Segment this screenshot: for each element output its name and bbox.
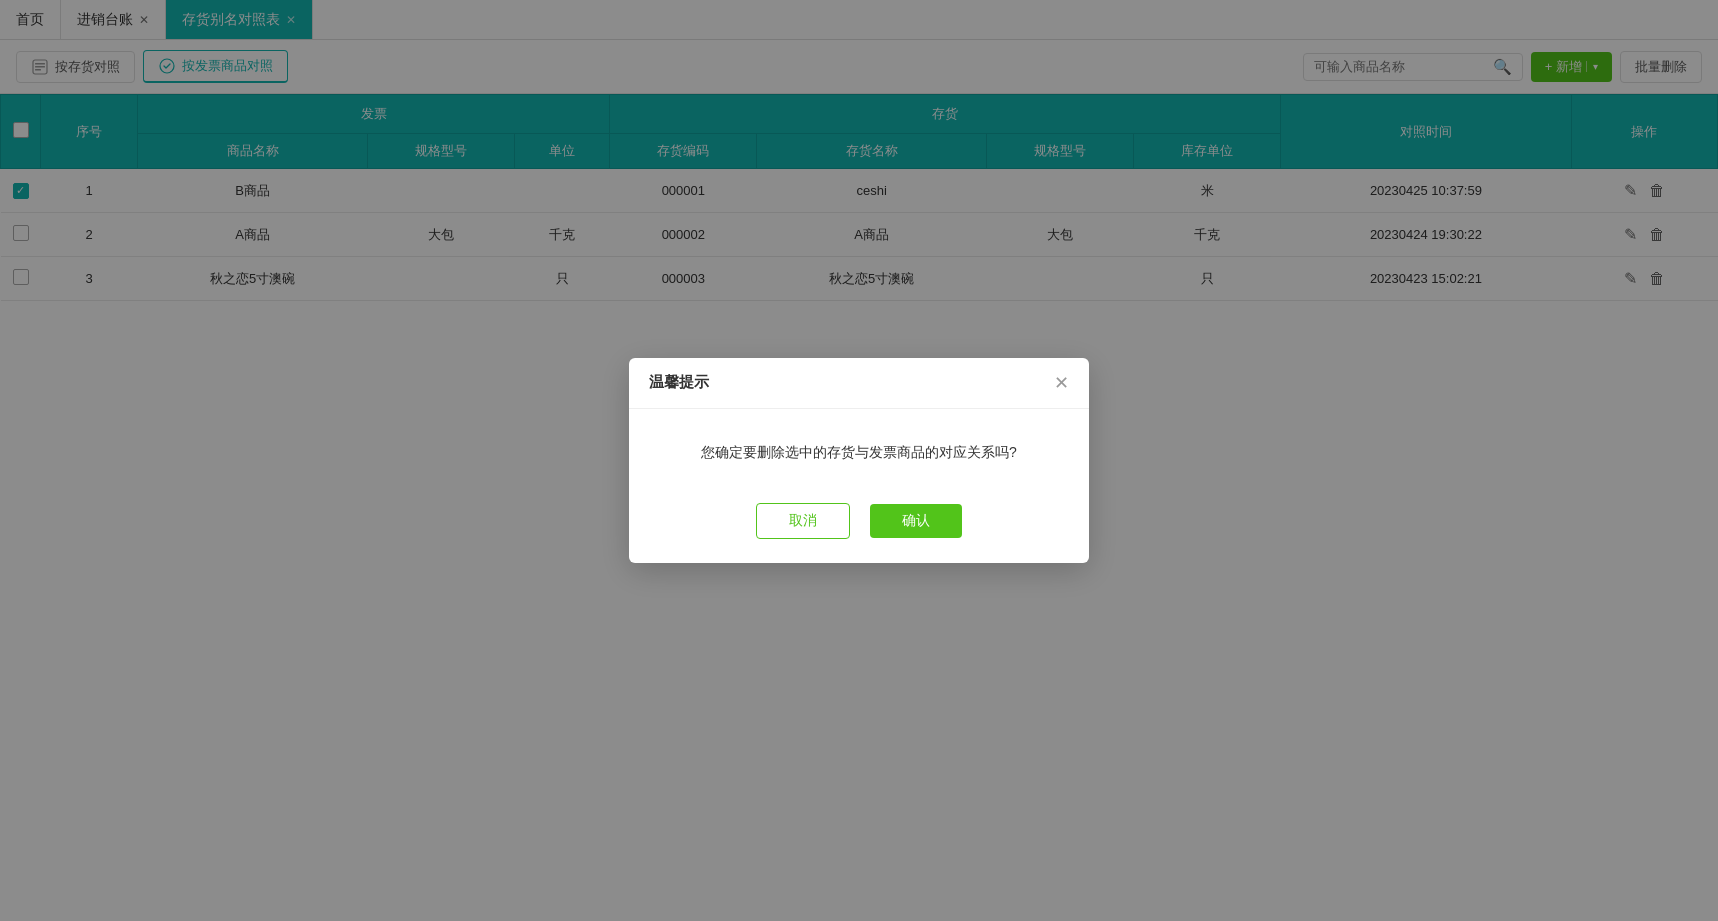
dialog: 温馨提示 ✕ 您确定要删除选中的存货与发票商品的对应关系吗? 取消 确认 — [629, 358, 1089, 563]
dialog-overlay: 温馨提示 ✕ 您确定要删除选中的存货与发票商品的对应关系吗? 取消 确认 — [0, 0, 1718, 921]
dialog-confirm-button[interactable]: 确认 — [870, 504, 962, 538]
dialog-message: 您确定要删除选中的存货与发票商品的对应关系吗? — [701, 444, 1017, 460]
dialog-cancel-button[interactable]: 取消 — [756, 503, 850, 539]
dialog-footer: 取消 确认 — [629, 487, 1089, 563]
dialog-close-button[interactable]: ✕ — [1054, 372, 1069, 394]
dialog-header: 温馨提示 ✕ — [629, 358, 1089, 409]
dialog-title: 温馨提示 — [649, 373, 709, 392]
dialog-body: 您确定要删除选中的存货与发票商品的对应关系吗? — [629, 409, 1089, 487]
